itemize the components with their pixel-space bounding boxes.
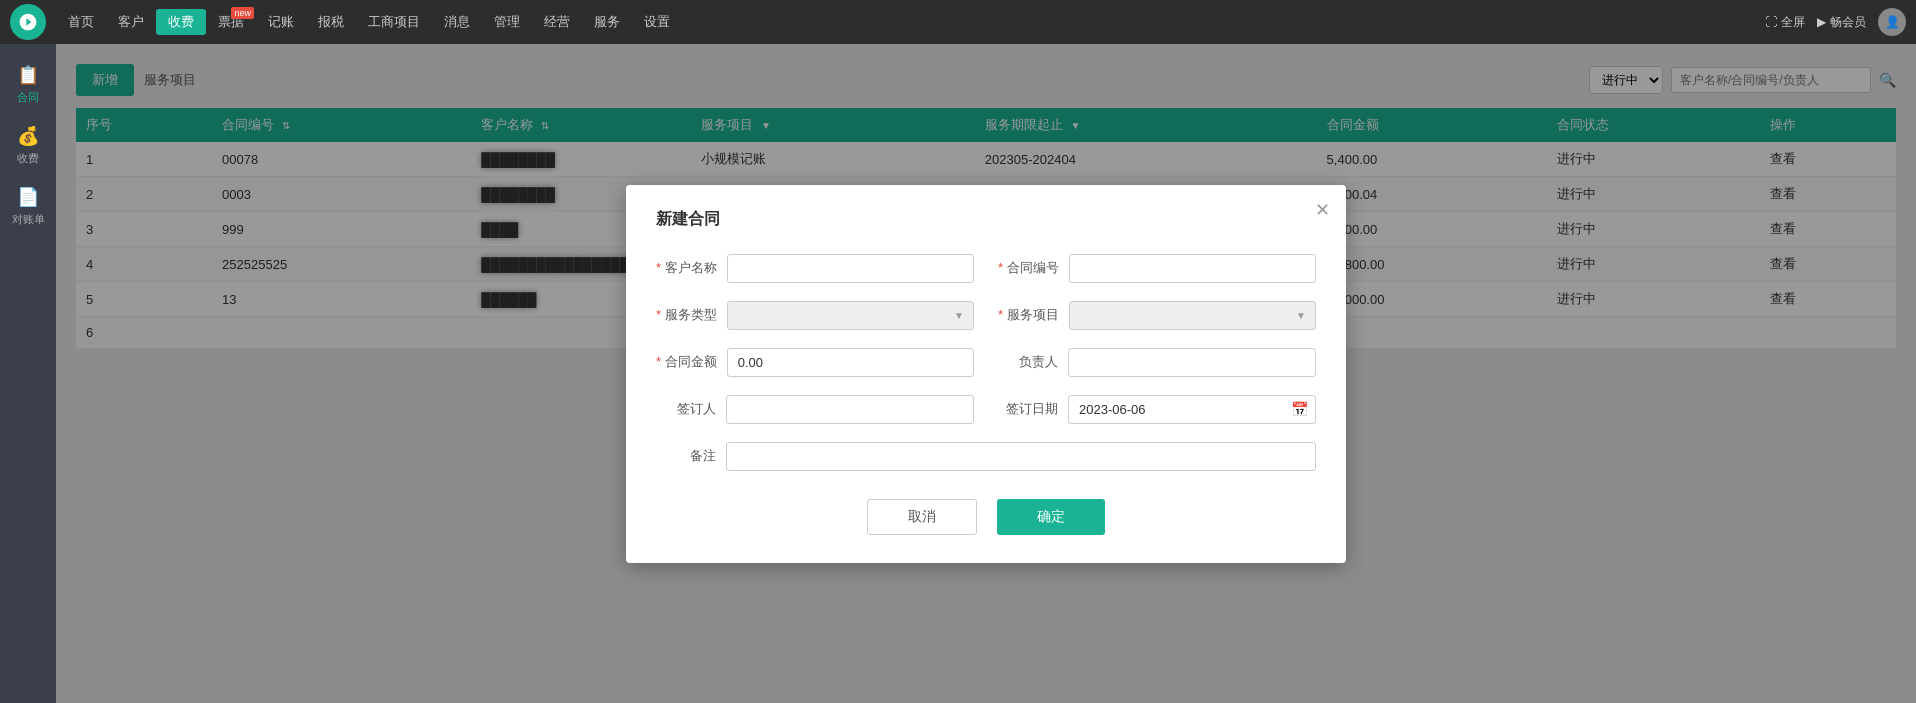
notes-field: 备注 <box>656 442 1316 471</box>
service-item-select[interactable] <box>1069 301 1316 330</box>
form-row-3: 合同金额 负责人 <box>656 348 1316 377</box>
contract-amount-input[interactable] <box>727 348 974 377</box>
nav-items: 首页 客户 收费 票据 new 记账 报税 工商项目 消息 管理 经营 服务 设… <box>56 9 1765 35</box>
content-area: 新增 服务项目 进行中 已结束 全部 🔍 序号 合同编号 ⇅ <box>56 44 1916 703</box>
modal-close-button[interactable]: ✕ <box>1315 199 1330 221</box>
cancel-button[interactable]: 取消 <box>867 499 977 535</box>
contract-no-field: 合同编号 <box>998 254 1316 283</box>
confirm-button[interactable]: 确定 <box>997 499 1105 535</box>
service-item-field: 服务项目 <box>998 301 1316 330</box>
responsible-input[interactable] <box>1068 348 1316 377</box>
service-type-field: 服务类型 <box>656 301 974 330</box>
nav-right: ⛶ 全屏 ▶ 畅会员 👤 <box>1765 8 1906 36</box>
statement-icon: 📄 <box>17 186 39 208</box>
fullscreen-btn[interactable]: ⛶ 全屏 <box>1765 14 1805 31</box>
nav-customer[interactable]: 客户 <box>106 9 156 35</box>
play-icon: ▶ <box>1817 15 1826 29</box>
sidebar-item-fee[interactable]: 💰 收费 <box>0 115 56 176</box>
signer-field: 签订人 <box>656 395 974 424</box>
new-contract-modal: ✕ 新建合同 客户名称 合同编号 服务类型 <box>626 185 1346 563</box>
sidebar-item-statement[interactable]: 📄 对账单 <box>0 176 56 237</box>
form-row-4: 签订人 签订日期 📅 <box>656 395 1316 424</box>
nav-fee[interactable]: 收费 <box>156 9 206 35</box>
modal-footer: 取消 确定 <box>656 499 1316 535</box>
signer-label: 签订人 <box>656 400 716 418</box>
nav-service[interactable]: 服务 <box>582 9 632 35</box>
contract-no-input[interactable] <box>1069 254 1316 283</box>
nav-manage[interactable]: 管理 <box>482 9 532 35</box>
customer-name-input[interactable] <box>727 254 974 283</box>
nav-settings[interactable]: 设置 <box>632 9 682 35</box>
nav-message[interactable]: 消息 <box>432 9 482 35</box>
contract-amount-label: 合同金额 <box>656 353 717 371</box>
responsible-label: 负责人 <box>998 353 1058 371</box>
service-type-select[interactable] <box>727 301 974 330</box>
contract-icon: 📋 <box>17 64 39 86</box>
sign-date-label: 签订日期 <box>998 400 1058 418</box>
top-navigation: 首页 客户 收费 票据 new 记账 报税 工商项目 消息 管理 经营 服务 设… <box>0 0 1916 44</box>
customer-name-field: 客户名称 <box>656 254 974 283</box>
avatar[interactable]: 👤 <box>1878 8 1906 36</box>
sidebar-item-contract[interactable]: 📋 合同 <box>0 54 56 115</box>
sign-date-field: 签订日期 📅 <box>998 395 1316 424</box>
notes-label: 备注 <box>656 447 716 465</box>
service-type-label: 服务类型 <box>656 306 717 324</box>
main-layout: 📋 合同 💰 收费 📄 对账单 新增 服务项目 进行中 已结束 全部 🔍 <box>0 44 1916 703</box>
nav-business[interactable]: 工商项目 <box>356 9 432 35</box>
form-row-1: 客户名称 合同编号 <box>656 254 1316 283</box>
nav-bookkeep[interactable]: 记账 <box>256 9 306 35</box>
form-row-2: 服务类型 服务项目 <box>656 301 1316 330</box>
modal-overlay: ✕ 新建合同 客户名称 合同编号 服务类型 <box>56 44 1916 703</box>
customer-name-label: 客户名称 <box>656 259 717 277</box>
app-logo <box>10 4 46 40</box>
modal-title: 新建合同 <box>656 209 1316 230</box>
signer-input[interactable] <box>726 395 974 424</box>
nav-ticket[interactable]: 票据 new <box>206 9 256 35</box>
service-item-label: 服务项目 <box>998 306 1059 324</box>
nav-operation[interactable]: 经营 <box>532 9 582 35</box>
sidebar: 📋 合同 💰 收费 📄 对账单 <box>0 44 56 703</box>
responsible-field: 负责人 <box>998 348 1316 377</box>
member-btn[interactable]: ▶ 畅会员 <box>1817 14 1866 31</box>
nav-home[interactable]: 首页 <box>56 9 106 35</box>
fee-icon: 💰 <box>17 125 39 147</box>
notes-input[interactable] <box>726 442 1316 471</box>
new-badge: new <box>231 7 254 19</box>
form-row-5: 备注 <box>656 442 1316 471</box>
contract-amount-field: 合同金额 <box>656 348 974 377</box>
nav-tax[interactable]: 报税 <box>306 9 356 35</box>
contract-no-label: 合同编号 <box>998 259 1059 277</box>
sign-date-input[interactable] <box>1068 395 1316 424</box>
fullscreen-icon: ⛶ <box>1765 15 1777 29</box>
